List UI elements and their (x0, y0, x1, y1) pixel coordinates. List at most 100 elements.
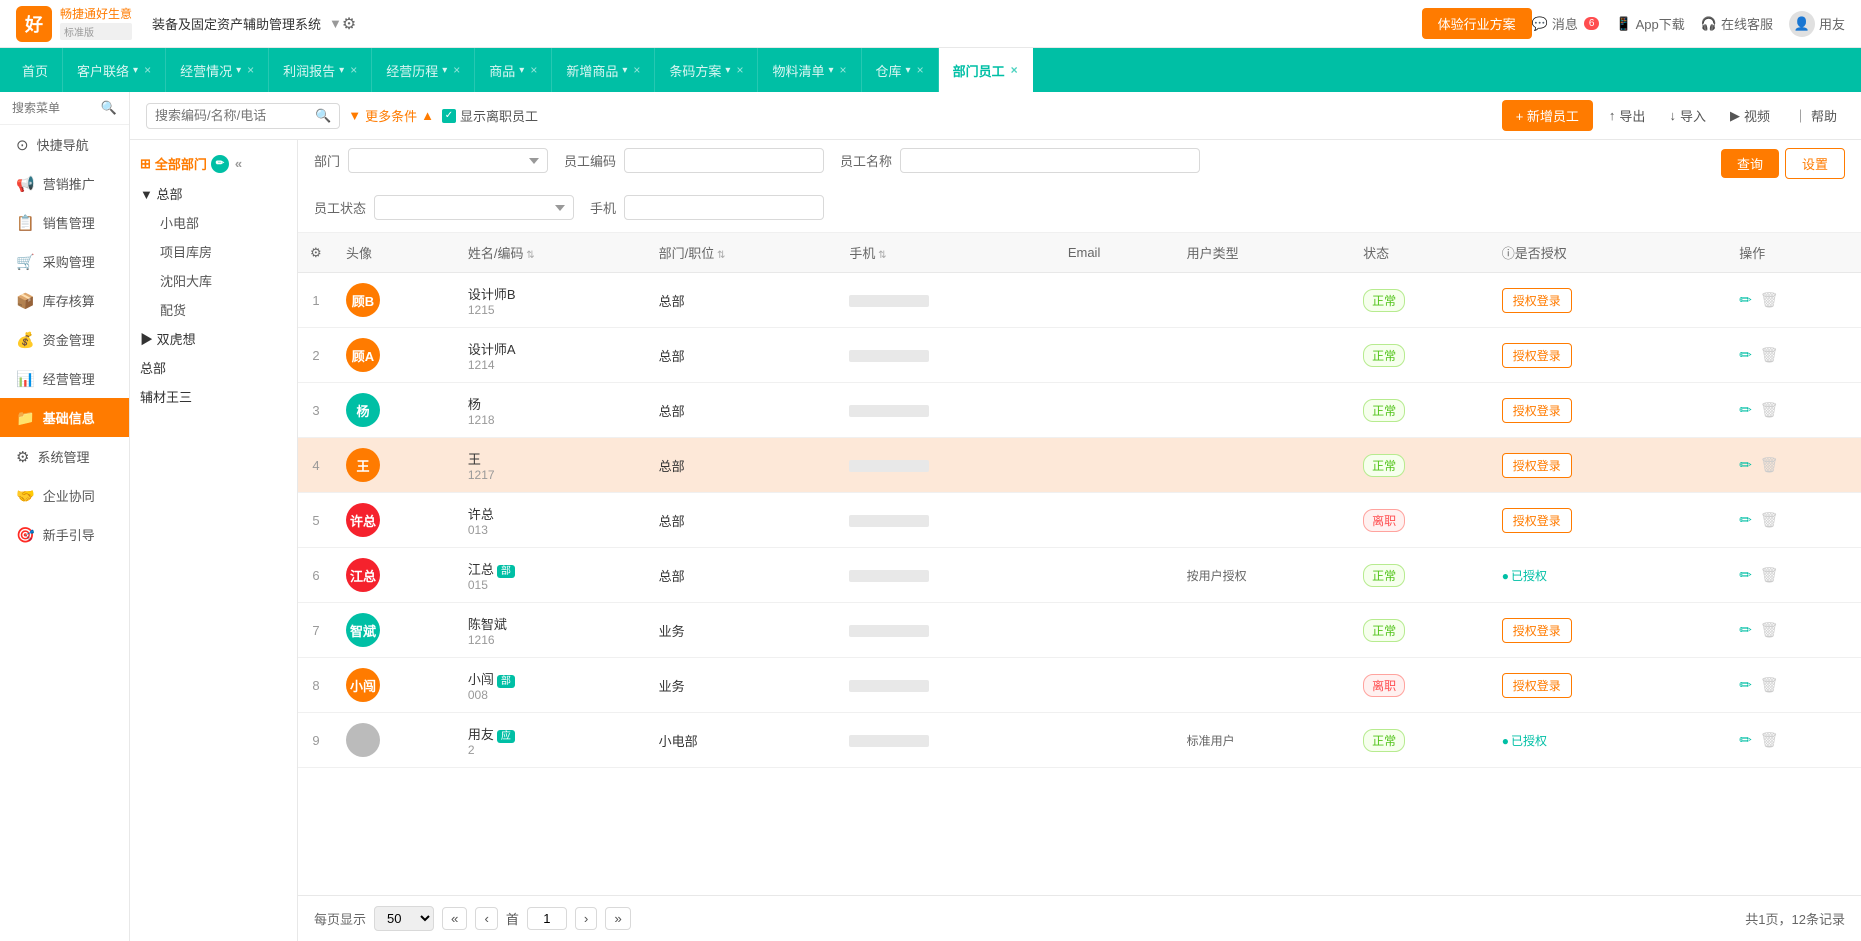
search-input[interactable] (155, 108, 315, 123)
tab-home[interactable]: 首页 (8, 48, 63, 92)
delete-button[interactable]: 🗑 (1760, 346, 1779, 364)
edit-button[interactable]: ✏ (1739, 291, 1752, 309)
th-dept[interactable]: 部门/职位 (647, 233, 838, 273)
settings-button[interactable]: 设置 (1785, 148, 1845, 179)
th-phone[interactable]: 手机 (837, 233, 1055, 273)
app-download-button[interactable]: 📱 App下载 (1615, 14, 1684, 33)
sidebar-item-inventory[interactable]: 📦 库存核算 (0, 281, 129, 320)
dept-item-xiangmu[interactable]: 项目库房 (130, 237, 297, 266)
tab-bom[interactable]: 物料清单 ▾× (758, 48, 861, 92)
export-button[interactable]: ↑ 导出 (1601, 102, 1654, 129)
delete-button[interactable]: 🗑 (1760, 456, 1779, 474)
help-button[interactable]: ｜ 帮助 (1786, 102, 1845, 129)
close-icon[interactable]: × (840, 63, 847, 77)
sidebar-item-collab[interactable]: 🤝 企业协同 (0, 476, 129, 515)
first-page-button[interactable]: « (442, 907, 467, 930)
delete-button[interactable]: 🗑 (1760, 676, 1779, 694)
sidebar-item-marketing[interactable]: 📢 营销推广 (0, 164, 129, 203)
sidebar-item-sales[interactable]: 📋 销售管理 (0, 203, 129, 242)
prev-page-button[interactable]: ‹ (475, 907, 497, 930)
dept-edit-icon[interactable]: ✏ (211, 155, 229, 173)
sidebar-item-guide[interactable]: 🎯 新手引导 (0, 515, 129, 554)
dept-item-zonbu-group[interactable]: ▼ 总部 (130, 179, 297, 208)
delete-button[interactable]: 🗑 (1760, 511, 1779, 529)
dropdown-arrow-icon[interactable]: ▼ (329, 16, 342, 31)
auth-login-button[interactable]: 授权登录 (1502, 618, 1572, 643)
user-avatar[interactable]: 👤 用友 (1789, 11, 1845, 37)
online-service-button[interactable]: 🎧 在线客服 (1701, 14, 1773, 33)
edit-button[interactable]: ✏ (1739, 456, 1752, 474)
sidebar-item-operations[interactable]: 📊 经营管理 (0, 359, 129, 398)
messages-button[interactable]: 💬 消息 6 (1532, 14, 1600, 33)
import-button[interactable]: ↓ 导入 (1661, 102, 1714, 129)
auth-login-button[interactable]: 授权登录 (1502, 288, 1572, 313)
close-icon[interactable]: × (350, 63, 357, 77)
dept-item-shuangxiang[interactable]: ▶ 双虎想 (130, 324, 297, 353)
close-icon[interactable]: × (247, 63, 254, 77)
th-name[interactable]: 姓名/编码 (456, 233, 647, 273)
page-number-input[interactable] (527, 907, 567, 930)
tab-warehouse[interactable]: 仓库 ▾× (862, 48, 939, 92)
tab-new-product[interactable]: 新增商品 ▾× (552, 48, 655, 92)
next-page-button[interactable]: › (575, 907, 597, 930)
auth-login-button[interactable]: 授权登录 (1502, 508, 1572, 533)
auth-login-button[interactable]: 授权登录 (1502, 673, 1572, 698)
dept-item-zongbu2[interactable]: 总部 (130, 353, 297, 382)
delete-button[interactable]: 🗑 (1760, 401, 1779, 419)
filter-name-input[interactable] (900, 148, 1200, 173)
sidebar-search-input[interactable] (12, 101, 101, 115)
dept-item-buzhiwangsan[interactable]: 辅材王三 (130, 382, 297, 411)
search-icon[interactable]: 🔍 (315, 108, 331, 124)
tab-customer[interactable]: 客户联络 ▾× (63, 48, 166, 92)
delete-button[interactable]: 🗑 (1760, 621, 1779, 639)
dept-item-xiaodian[interactable]: 小电部 (130, 208, 297, 237)
close-icon[interactable]: × (736, 63, 743, 77)
tab-employees[interactable]: 部门员工 × (939, 48, 1033, 92)
filter-code-input[interactable] (624, 148, 824, 173)
tab-history[interactable]: 经营历程 ▾× (372, 48, 475, 92)
sidebar-item-basic[interactable]: 📁 基础信息 (0, 398, 129, 437)
close-icon[interactable]: × (1011, 63, 1018, 77)
filter-status-select[interactable] (374, 195, 574, 220)
settings-button[interactable]: ⚙ (342, 14, 356, 34)
add-employee-button[interactable]: + 新增员工 (1502, 100, 1593, 131)
per-page-select[interactable]: 50 100 (374, 906, 434, 931)
filter-dept-select[interactable] (348, 148, 548, 173)
close-icon[interactable]: × (453, 63, 460, 77)
edit-button[interactable]: ✏ (1739, 346, 1752, 364)
edit-button[interactable]: ✏ (1739, 621, 1752, 639)
tab-barcode[interactable]: 条码方案 ▾× (655, 48, 758, 92)
sidebar-item-purchase[interactable]: 🛒 采购管理 (0, 242, 129, 281)
sidebar-item-system[interactable]: ⚙ 系统管理 (0, 437, 129, 476)
edit-button[interactable]: ✏ (1739, 566, 1752, 584)
auth-login-button[interactable]: 授权登录 (1502, 398, 1572, 423)
last-page-button[interactable]: » (605, 907, 630, 930)
dept-item-peihuo[interactable]: 配货 (130, 295, 297, 324)
show-dimission-checkbox[interactable]: ✓ 显示离职员工 (442, 106, 538, 125)
auth-login-button[interactable]: 授权登录 (1502, 453, 1572, 478)
filter-phone-input[interactable] (624, 195, 824, 220)
th-settings[interactable]: ⚙ (298, 233, 334, 273)
auth-login-button[interactable]: 授权登录 (1502, 343, 1572, 368)
more-filter-button[interactable]: ▼ 更多条件 ▲ (348, 106, 434, 125)
delete-button[interactable]: 🗑 (1760, 566, 1779, 584)
edit-button[interactable]: ✏ (1739, 676, 1752, 694)
sidebar-item-quick-nav[interactable]: ⊙ 快捷导航 (0, 125, 129, 164)
close-icon[interactable]: × (530, 63, 537, 77)
query-button[interactable]: 查询 (1721, 149, 1779, 178)
dept-collapse-icon[interactable]: « (235, 156, 242, 171)
tab-operations[interactable]: 经营情况 ▾× (166, 48, 269, 92)
video-button[interactable]: ▶ 视频 (1722, 102, 1778, 129)
edit-button[interactable]: ✏ (1739, 731, 1752, 749)
tab-profit[interactable]: 利润报告 ▾× (269, 48, 372, 92)
dept-all-header[interactable]: ⊞ 全部部门 ✏ « (130, 148, 297, 179)
sidebar-item-finance[interactable]: 💰 资金管理 (0, 320, 129, 359)
delete-button[interactable]: 🗑 (1760, 291, 1779, 309)
close-icon[interactable]: × (917, 63, 924, 77)
tab-products[interactable]: 商品 ▾× (475, 48, 552, 92)
close-icon[interactable]: × (633, 63, 640, 77)
edit-button[interactable]: ✏ (1739, 511, 1752, 529)
dept-item-shenyang[interactable]: 沈阳大库 (130, 266, 297, 295)
close-icon[interactable]: × (144, 63, 151, 77)
edit-button[interactable]: ✏ (1739, 401, 1752, 419)
